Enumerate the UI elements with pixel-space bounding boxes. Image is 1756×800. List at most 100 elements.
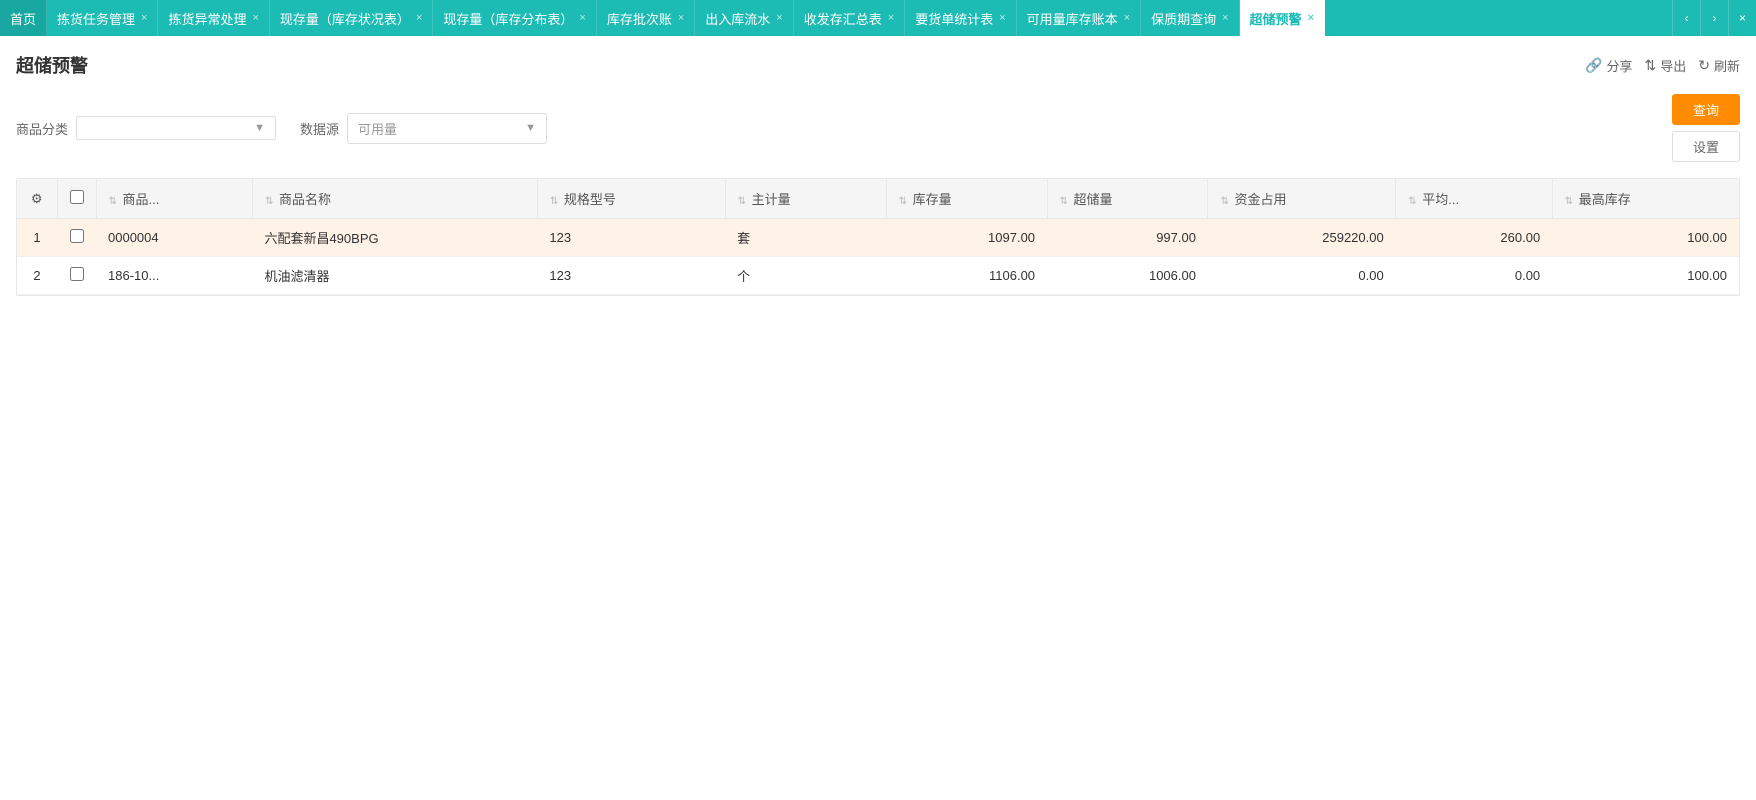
col-header-max-stock: ⇅ 最高库存 — [1552, 179, 1739, 219]
nav-item-label-3: 现存量（库存状况表） — [280, 9, 410, 28]
nav-item-close-8[interactable]: × — [999, 12, 1005, 24]
nav-next-button[interactable]: › — [1700, 0, 1728, 36]
header-actions: 🔗 分享 ⇅ 导出 ↻ 刷新 — [1585, 56, 1740, 75]
data-table-container: ⚙ ⇅ 商品... ⇅ 商品名称 ⇅ 规格型号 — [16, 178, 1740, 296]
share-icon: 🔗 — [1585, 57, 1602, 74]
nav-arrows: ‹ › × — [1672, 0, 1756, 36]
refresh-icon: ↻ — [1698, 57, 1710, 74]
row-max-stock-0: 100.00 — [1552, 219, 1739, 257]
row-overstock-1: 1006.00 — [1047, 257, 1208, 295]
row-product-code-0: 0000004 — [96, 219, 252, 257]
nav-item-close-4[interactable]: × — [579, 12, 585, 24]
row-spec-0: 123 — [537, 219, 725, 257]
nav-item-2[interactable]: 拣货异常处理 × — [158, 0, 269, 36]
col-header-capital: ⇅ 资金占用 — [1208, 179, 1396, 219]
datasource-select[interactable]: 可用量 ▼ — [347, 113, 547, 144]
nav-prev-button[interactable]: ‹ — [1672, 0, 1700, 36]
datasource-dropdown-icon: ▼ — [525, 122, 536, 134]
row-unit-0: 套 — [725, 219, 886, 257]
nav-item-close-1[interactable]: × — [141, 12, 147, 24]
row-checkbox-0[interactable] — [57, 219, 96, 257]
nav-item-5[interactable]: 库存批次账× — [597, 0, 695, 36]
category-select[interactable]: ▼ — [76, 116, 276, 140]
datasource-filter-label: 数据源 — [300, 119, 339, 138]
sort-icon-product-code[interactable]: ⇅ — [109, 196, 117, 207]
table-body: 1 0000004 六配套新昌490BPG 123 套 1097.00 997.… — [17, 219, 1739, 295]
nav-item-close-3[interactable]: × — [416, 12, 422, 24]
table-row: 1 0000004 六配套新昌490BPG 123 套 1097.00 997.… — [17, 219, 1739, 257]
nav-item-0[interactable]: 首页 — [0, 0, 47, 36]
nav-item-label-7: 收发存汇总表 — [804, 9, 882, 28]
nav-item-4[interactable]: 现存量（库存分布表） × — [433, 0, 596, 36]
refresh-button[interactable]: ↻ 刷新 — [1698, 56, 1740, 75]
row-avg-1: 0.00 — [1396, 257, 1552, 295]
row-max-stock-1: 100.00 — [1552, 257, 1739, 295]
nav-item-label-8: 要货单统计表 — [915, 9, 993, 28]
nav-item-label-0: 首页 — [10, 9, 36, 28]
sort-icon-product-name[interactable]: ⇅ — [265, 196, 273, 207]
filter-buttons: 查询 设置 — [1672, 94, 1740, 162]
row-select-0[interactable] — [70, 229, 84, 243]
share-button[interactable]: 🔗 分享 — [1585, 56, 1632, 75]
gear-icon[interactable]: ⚙ — [31, 191, 43, 206]
nav-item-7[interactable]: 收发存汇总表 × — [794, 0, 905, 36]
row-product-name-0: 六配套新昌490BPG — [252, 219, 537, 257]
row-select-1[interactable] — [70, 267, 84, 281]
sort-icon-max-stock[interactable]: ⇅ — [1565, 196, 1573, 207]
row-index-0: 1 — [17, 219, 57, 257]
nav-item-close-5[interactable]: × — [678, 12, 684, 24]
export-icon: ⇅ — [1645, 57, 1657, 74]
row-capital-1: 0.00 — [1208, 257, 1396, 295]
sort-icon-spec[interactable]: ⇅ — [550, 196, 558, 207]
nav-item-label-10: 保质期查询 — [1151, 9, 1216, 28]
nav-item-3[interactable]: 现存量（库存状况表） × — [270, 0, 433, 36]
col-header-avg: ⇅ 平均... — [1396, 179, 1552, 219]
sort-icon-avg[interactable]: ⇅ — [1408, 196, 1416, 207]
col-header-product-name: ⇅ 商品名称 — [252, 179, 537, 219]
nav-item-close-9[interactable]: × — [1124, 12, 1130, 24]
col-header-gear: ⚙ — [17, 179, 57, 219]
nav-item-10[interactable]: 保质期查询 × — [1141, 0, 1239, 36]
nav-item-label-4: 现存量（库存分布表） — [443, 9, 573, 28]
sort-icon-capital[interactable]: ⇅ — [1220, 196, 1228, 207]
nav-item-close-7[interactable]: × — [888, 12, 894, 24]
nav-item-close-6[interactable]: × — [776, 12, 782, 24]
col-header-spec: ⇅ 规格型号 — [537, 179, 725, 219]
row-unit-1: 个 — [725, 257, 886, 295]
datasource-select-value: 可用量 — [358, 119, 397, 138]
nav-item-11[interactable]: 超储预警 × — [1240, 0, 1325, 36]
nav-item-close-10[interactable]: × — [1222, 12, 1228, 24]
export-label: 导出 — [1660, 56, 1686, 75]
nav-item-close-2[interactable]: × — [252, 12, 258, 24]
col-header-unit: ⇅ 主计量 — [725, 179, 886, 219]
refresh-label: 刷新 — [1714, 56, 1740, 75]
table-row: 2 186-10... 机油滤清器 123 个 1106.00 1006.00 … — [17, 257, 1739, 295]
sort-icon-stock[interactable]: ⇅ — [899, 196, 907, 207]
row-stock-1: 1106.00 — [886, 257, 1047, 295]
row-spec-1: 123 — [537, 257, 725, 295]
col-header-check — [57, 179, 96, 219]
nav-item-close-11[interactable]: × — [1308, 12, 1314, 24]
top-nav: 首页拣货任务管理×拣货异常处理×现存量（库存状况表）×现存量（库存分布表）×库存… — [0, 0, 1756, 36]
settings-button[interactable]: 设置 — [1672, 131, 1740, 162]
query-button[interactable]: 查询 — [1672, 94, 1740, 125]
select-all-checkbox[interactable] — [70, 190, 84, 204]
col-header-overstock: ⇅ 超储量 — [1047, 179, 1208, 219]
nav-item-6[interactable]: 出入库流水× — [695, 0, 793, 36]
nav-item-label-11: 超储预警 — [1250, 9, 1302, 28]
page-content: 超储预警 🔗 分享 ⇅ 导出 ↻ 刷新 商品分类 ▼ 数据源 — [0, 36, 1756, 800]
export-button[interactable]: ⇅ 导出 — [1645, 56, 1687, 75]
row-checkbox-1[interactable] — [57, 257, 96, 295]
nav-item-1[interactable]: 拣货任务管理× — [47, 0, 158, 36]
sort-icon-overstock[interactable]: ⇅ — [1060, 196, 1068, 207]
nav-item-8[interactable]: 要货单统计表 × — [905, 0, 1016, 36]
nav-item-9[interactable]: 可用量库存账本 × — [1017, 0, 1141, 36]
nav-item-label-2: 拣货异常处理 — [168, 9, 246, 28]
nav-item-label-9: 可用量库存账本 — [1027, 9, 1118, 28]
row-stock-0: 1097.00 — [886, 219, 1047, 257]
sort-icon-unit[interactable]: ⇅ — [738, 196, 746, 207]
datasource-filter-group: 数据源 可用量 ▼ — [300, 113, 547, 144]
row-avg-0: 260.00 — [1396, 219, 1552, 257]
nav-close-button[interactable]: × — [1728, 0, 1756, 36]
row-index-1: 2 — [17, 257, 57, 295]
